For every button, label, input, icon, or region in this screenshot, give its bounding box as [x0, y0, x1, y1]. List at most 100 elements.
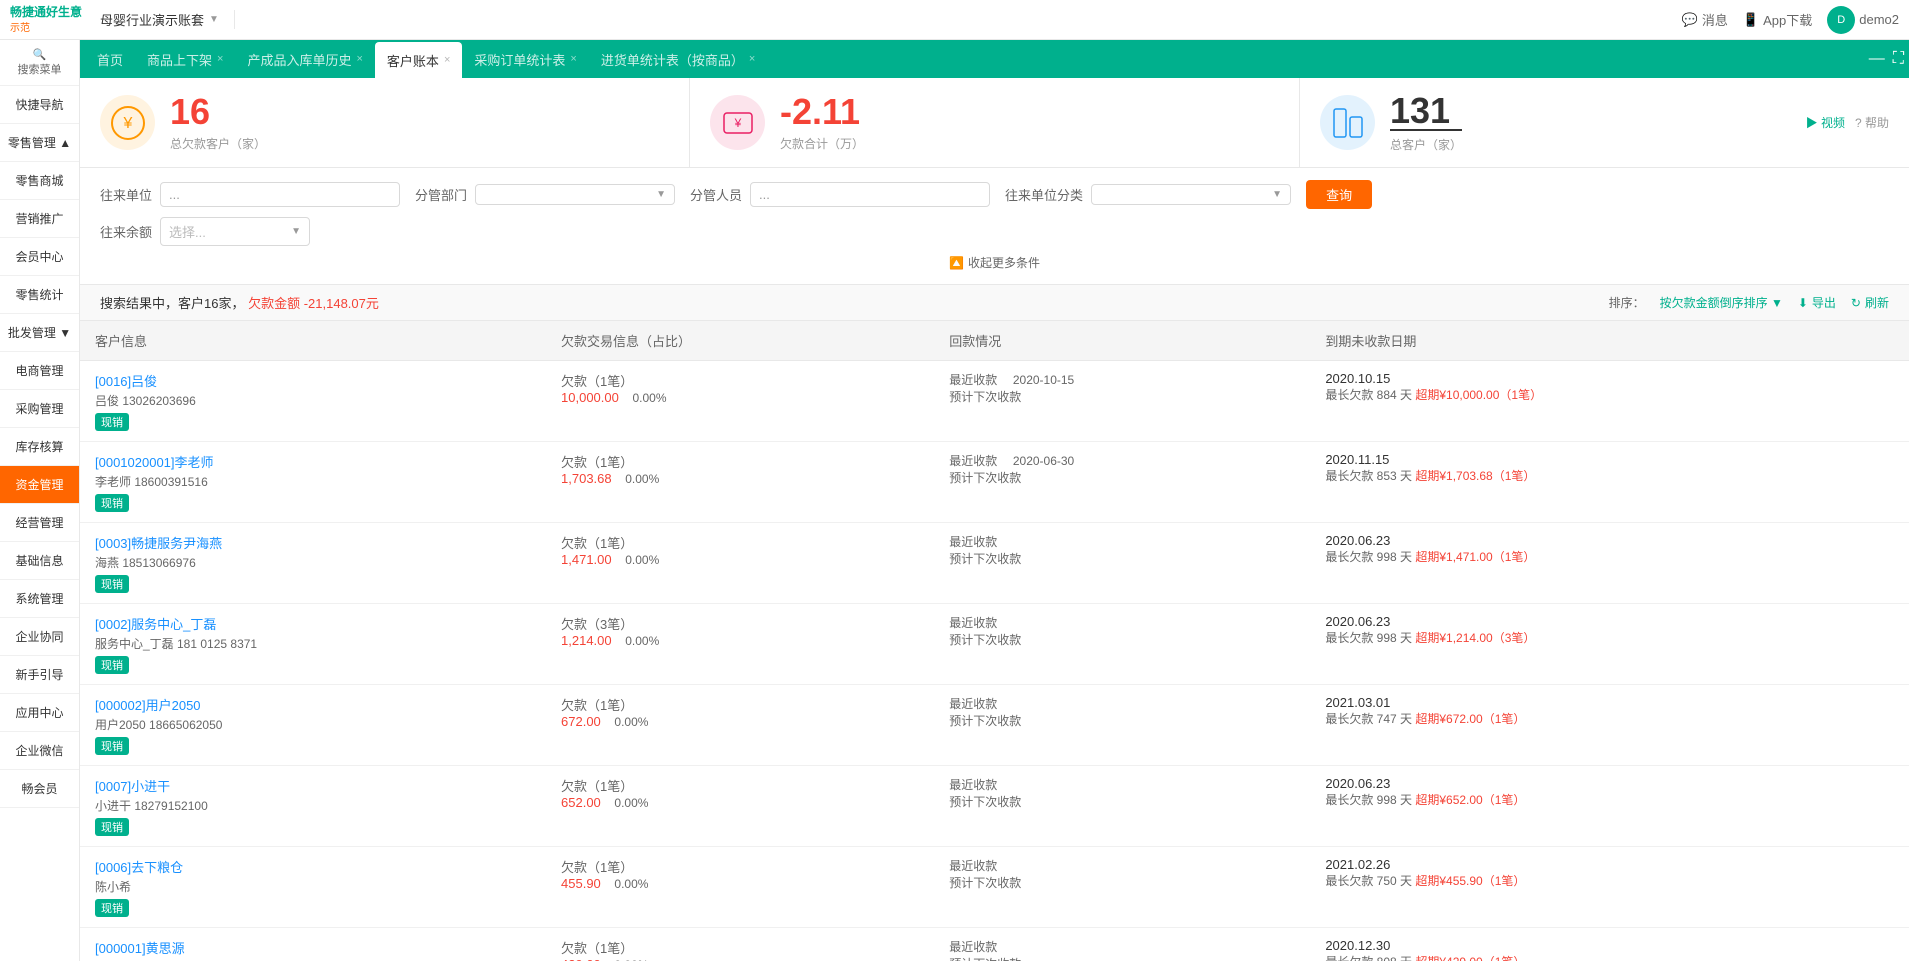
search-button[interactable]: 查询 — [1306, 180, 1372, 209]
customer-name-link[interactable]: [0007]小进干 — [95, 779, 170, 794]
dept-select[interactable]: ▼ — [475, 184, 675, 205]
tab-product-listing[interactable]: 商品上下架 × — [135, 40, 235, 78]
cell-customer-info: [000002]用户2050 用户2050 18665062050 现销 — [80, 685, 546, 766]
tab-close-icon[interactable]: × — [570, 53, 576, 65]
sidebar-item-operation[interactable]: 经营管理 — [0, 504, 79, 542]
customer-name-link[interactable]: [0006]去下粮仓 — [95, 860, 183, 875]
collapse-button[interactable]: 🔼 收起更多条件 — [100, 254, 1889, 271]
customer-phone: 服务中心_丁磊 181 0125 8371 — [95, 635, 531, 652]
sidebar-item-enterprise-collab[interactable]: 企业协同 — [0, 618, 79, 656]
debt-amount[interactable]: 10,000.00 — [561, 390, 619, 405]
sidebar-item-label: 批发管理 ▼ — [5, 324, 74, 341]
app-download-label: App下载 — [1763, 10, 1812, 29]
company-selector[interactable]: 母婴行业演示账套 ▼ — [90, 10, 235, 29]
sidebar-item-label: 企业微信 — [5, 742, 74, 759]
overdue-info: 最长欠款 750 天 超期¥455.90（1笔） — [1325, 872, 1894, 889]
view-btn[interactable]: ▶ 视频 — [1806, 114, 1845, 131]
refresh-btn[interactable]: ↻ 刷新 — [1851, 294, 1889, 311]
latest-collection: 最近收款 — [949, 614, 1295, 631]
overdue-amount-link[interactable]: 超期¥1,703.68（1笔） — [1415, 469, 1535, 483]
sidebar-item-retail-stats[interactable]: 零售统计 — [0, 276, 79, 314]
sidebar-item-finance[interactable]: 资金管理 — [0, 466, 79, 504]
table-row: [000001]黄思源 黄思源 13552700226 现销 欠款（1笔） 42… — [80, 928, 1909, 961]
customer-name-link[interactable]: [0003]畅捷服务尹海燕 — [95, 536, 222, 551]
debt-amount[interactable]: 1,214.00 — [561, 633, 612, 648]
sidebar-item-newbie[interactable]: 新手引导 — [0, 656, 79, 694]
user-menu[interactable]: D demo2 — [1827, 6, 1899, 34]
sidebar-item-retail-mall[interactable]: 零售商城 — [0, 162, 79, 200]
cell-collection: 最近收款 预计下次收款 — [934, 685, 1310, 766]
sidebar-item-member[interactable]: 会员中心 — [0, 238, 79, 276]
sidebar-item-marketing[interactable]: 营销推广 — [0, 200, 79, 238]
due-date: 2021.03.01 — [1325, 695, 1894, 710]
customer-name-link[interactable]: [0001020001]李老师 — [95, 455, 214, 470]
overdue-amount-link[interactable]: 超期¥652.00（1笔） — [1415, 793, 1525, 807]
overdue-amount-link[interactable]: 超期¥455.90（1笔） — [1415, 874, 1525, 888]
debt-amount[interactable]: 1,703.68 — [561, 471, 612, 486]
overdue-amount-link[interactable]: 超期¥1,214.00（3笔） — [1415, 631, 1535, 645]
debt-amount[interactable]: 672.00 — [561, 714, 601, 729]
tab-purchase-stats-by-product[interactable]: 进货单统计表（按商品） × — [589, 40, 767, 78]
table-row: [0006]去下粮仓 陈小希 现销 欠款（1笔） 455.90 0.00% 最近… — [80, 847, 1909, 928]
tab-purchase-order-stats[interactable]: 采购订单统计表 × — [462, 40, 588, 78]
sidebar-item-system[interactable]: 系统管理 — [0, 580, 79, 618]
tab-close-icon[interactable]: × — [444, 54, 450, 66]
debt-amount[interactable]: 455.90 — [561, 876, 601, 891]
sidebar-item-label: 资金管理 — [5, 476, 74, 493]
sidebar-item-ecommerce[interactable]: 电商管理 — [0, 352, 79, 390]
debt-amount[interactable]: 652.00 — [561, 795, 601, 810]
help-btn[interactable]: ? 帮助 — [1855, 114, 1889, 131]
sidebar-item-purchase[interactable]: 采购管理 — [0, 390, 79, 428]
sidebar-item-app-center[interactable]: 应用中心 — [0, 694, 79, 732]
tab-close-icon[interactable]: × — [749, 53, 755, 65]
sidebar-item-quick-nav[interactable]: 快捷导航 — [0, 86, 79, 124]
sidebar-item-label: 企业协同 — [5, 628, 74, 645]
tab-home[interactable]: 首页 — [85, 40, 135, 78]
sidebar-item-label: 快捷导航 — [5, 96, 74, 113]
due-date: 2021.02.26 — [1325, 857, 1894, 872]
tab-close-icon[interactable]: × — [356, 53, 362, 65]
sidebar-item-wholesale[interactable]: 批发管理 ▼ — [0, 314, 79, 352]
customer-name-link[interactable]: [0016]吕俊 — [95, 374, 157, 389]
from-unit-input[interactable]: ... — [160, 182, 400, 207]
debt-total-icon: ¥ — [710, 95, 765, 150]
customer-name-link[interactable]: [000002]用户2050 — [95, 698, 201, 713]
overdue-amount-link[interactable]: 超期¥1,471.00（1笔） — [1415, 550, 1535, 564]
tab-close-icon[interactable]: × — [217, 53, 223, 65]
export-btn[interactable]: ⬇ 导出 — [1798, 294, 1836, 311]
unit-class-select[interactable]: ▼ — [1091, 184, 1291, 205]
overdue-amount-link[interactable]: 超期¥429.00（1笔） — [1415, 955, 1525, 961]
table-container: 客户信息 欠款交易信息（占比） 回款情况 到期未收款日期 [0016]吕俊 吕俊… — [80, 321, 1909, 961]
minus-icon[interactable]: — — [1869, 50, 1885, 68]
customer-name-link[interactable]: [0002]服务中心_丁磊 — [95, 617, 216, 632]
customer-name-link[interactable]: [000001]黄思源 — [95, 941, 185, 956]
latest-collection: 最近收款 — [949, 776, 1295, 793]
sidebar-item-search[interactable]: 🔍 搜索菜单 — [0, 40, 79, 86]
tab-production-history[interactable]: 产成品入库单历史 × — [235, 40, 374, 78]
sidebar-item-retail-mgmt[interactable]: 零售管理 ▲ — [0, 124, 79, 162]
top-bar: 畅捷通好生意 示范 母婴行业演示账套 ▼ 💬 消息 📱 App下载 D demo… — [0, 0, 1909, 40]
sidebar-item-chang-member[interactable]: 畅会员 — [0, 770, 79, 808]
overdue-amount-link[interactable]: 超期¥10,000.00（1笔） — [1415, 388, 1542, 402]
debt-amount[interactable]: 1,471.00 — [561, 552, 612, 567]
latest-label: 最近收款 — [949, 373, 997, 387]
app-download-btn[interactable]: 📱 App下载 — [1743, 10, 1812, 29]
cell-due-date: 2020.12.30 最长欠款 808 天 超期¥429.00（1笔） — [1310, 928, 1909, 961]
summary-card-total-customers: 131 总客户（家） ▶ 视频 ? 帮助 — [1300, 78, 1909, 167]
expand-icon[interactable]: ⛶ — [1893, 50, 1904, 68]
tab-purchase-stats-by-product-label: 进货单统计表（按商品） — [601, 50, 744, 69]
debt-customers-label: 总欠款客户（家） — [170, 135, 266, 152]
debt-amount[interactable]: 429.00 — [561, 957, 601, 961]
overdue-amount-link[interactable]: 超期¥672.00（1笔） — [1415, 712, 1525, 726]
tab-customer-ledger[interactable]: 客户账本 × — [375, 42, 462, 78]
message-btn[interactable]: 💬 消息 — [1682, 10, 1728, 29]
sidebar: 🔍 搜索菜单 快捷导航 零售管理 ▲ 零售商城 营销推广 会员中心 零售统计 批… — [0, 40, 80, 961]
debt-customers-icon: ¥ — [100, 95, 155, 150]
balance-select[interactable]: 选择... ▼ — [160, 217, 310, 246]
sidebar-item-basic-info[interactable]: 基础信息 — [0, 542, 79, 580]
sidebar-item-enterprise-wechat[interactable]: 企业微信 — [0, 732, 79, 770]
person-input[interactable]: ... — [750, 182, 990, 207]
sidebar-item-inventory[interactable]: 库存核算 — [0, 428, 79, 466]
sort-selector[interactable]: 按欠款金额倒序排序 ▼ — [1660, 294, 1783, 311]
debt-count: 欠款（1笔） — [561, 371, 919, 390]
